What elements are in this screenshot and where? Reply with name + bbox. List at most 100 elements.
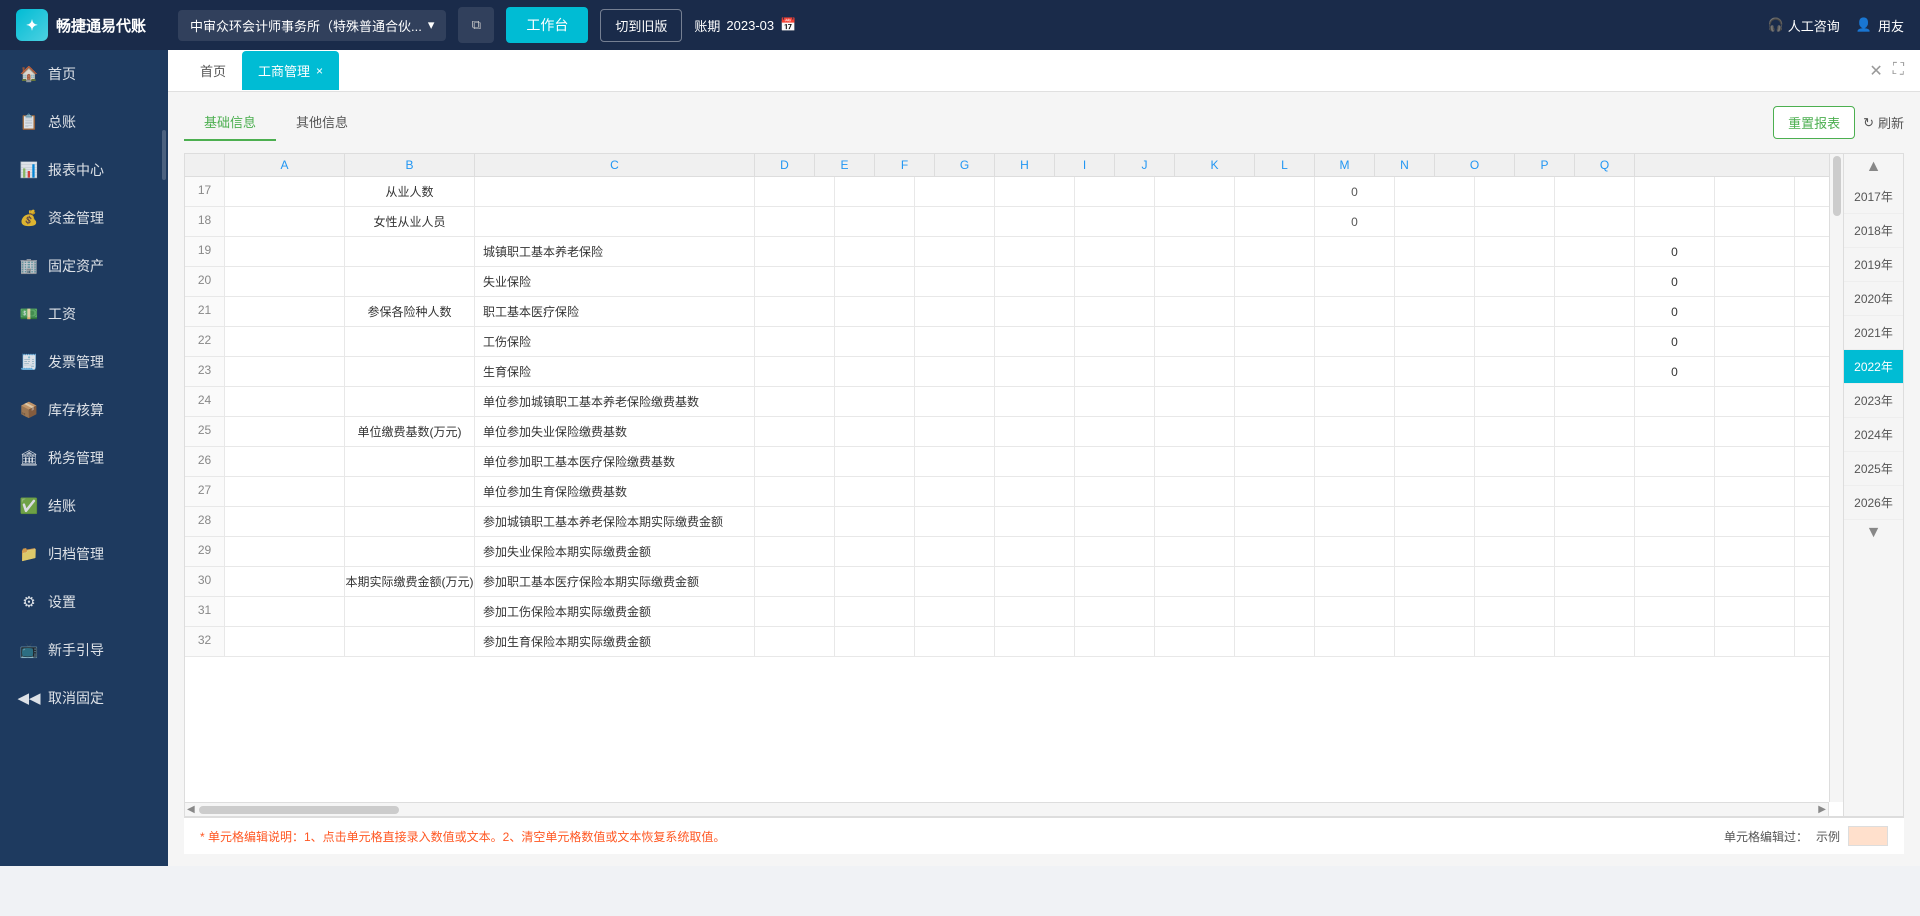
cell-28-f[interactable]	[915, 507, 995, 536]
cell-17-p[interactable]	[1715, 177, 1795, 206]
cell-32-f[interactable]	[915, 627, 995, 656]
cell-19-d[interactable]	[755, 237, 835, 266]
year-scroll-up[interactable]: ▲	[1844, 154, 1903, 180]
cell-22-c[interactable]: 工伤保险	[475, 327, 755, 356]
cell-27-i[interactable]	[1155, 477, 1235, 506]
cell-25-o[interactable]	[1635, 417, 1715, 446]
cell-17-o[interactable]	[1635, 177, 1715, 206]
col-header-m[interactable]: M	[1315, 154, 1375, 176]
cell-31-q[interactable]	[1795, 597, 1829, 626]
cell-28-p[interactable]	[1715, 507, 1795, 536]
cell-29-i[interactable]	[1155, 537, 1235, 566]
cell-26-d[interactable]	[755, 447, 835, 476]
sub-tab-basic[interactable]: 基础信息	[184, 104, 276, 141]
cell-18-q[interactable]	[1795, 207, 1829, 236]
cell-25-p[interactable]	[1715, 417, 1795, 446]
cell-17-q[interactable]	[1795, 177, 1829, 206]
cell-28-c[interactable]: 参加城镇职工基本养老保险本期实际缴费金额	[475, 507, 755, 536]
cell-26-k[interactable]	[1315, 447, 1395, 476]
cell-28-n[interactable]	[1555, 507, 1635, 536]
col-header-h[interactable]: H	[995, 154, 1055, 176]
cell-30-k[interactable]	[1315, 567, 1395, 596]
cell-31-h[interactable]	[1075, 597, 1155, 626]
cell-28-q[interactable]	[1795, 507, 1829, 536]
cell-27-f[interactable]	[915, 477, 995, 506]
cell-19-b[interactable]	[345, 237, 475, 266]
cell-25-d[interactable]	[755, 417, 835, 446]
cell-21-k[interactable]	[1315, 297, 1395, 326]
cell-24-l[interactable]	[1395, 387, 1475, 416]
cell-32-m[interactable]	[1475, 627, 1555, 656]
cell-32-d[interactable]	[755, 627, 835, 656]
cell-18-g[interactable]	[995, 207, 1075, 236]
cell-24-c[interactable]: 单位参加城镇职工基本养老保险缴费基数	[475, 387, 755, 416]
cell-30-n[interactable]	[1555, 567, 1635, 596]
cell-26-m[interactable]	[1475, 447, 1555, 476]
calendar-icon[interactable]: 📅	[780, 17, 796, 33]
col-header-f[interactable]: F	[875, 154, 935, 176]
sidebar-item-ledger[interactable]: 📋 总账	[0, 98, 168, 146]
cell-31-c[interactable]: 参加工伤保险本期实际缴费金额	[475, 597, 755, 626]
cell-19-k[interactable]	[1315, 237, 1395, 266]
cell-23-l[interactable]	[1395, 357, 1475, 386]
cell-19-o[interactable]: 0	[1635, 237, 1715, 266]
cell-19-h[interactable]	[1075, 237, 1155, 266]
cell-22-a[interactable]	[225, 327, 345, 356]
cell-20-q[interactable]	[1795, 267, 1829, 296]
cell-22-g[interactable]	[995, 327, 1075, 356]
cell-17-h[interactable]	[1075, 177, 1155, 206]
cell-26-g[interactable]	[995, 447, 1075, 476]
cell-21-d[interactable]	[755, 297, 835, 326]
cell-24-b[interactable]	[345, 387, 475, 416]
cell-26-h[interactable]	[1075, 447, 1155, 476]
cell-27-m[interactable]	[1475, 477, 1555, 506]
cell-28-e[interactable]	[835, 507, 915, 536]
cell-27-n[interactable]	[1555, 477, 1635, 506]
year-item-2022[interactable]: 2022年	[1844, 350, 1903, 384]
cell-32-j[interactable]	[1235, 627, 1315, 656]
cell-27-h[interactable]	[1075, 477, 1155, 506]
cell-28-k[interactable]	[1315, 507, 1395, 536]
cell-20-m[interactable]	[1475, 267, 1555, 296]
cell-29-f[interactable]	[915, 537, 995, 566]
cell-30-m[interactable]	[1475, 567, 1555, 596]
cell-27-k[interactable]	[1315, 477, 1395, 506]
col-header-g[interactable]: G	[935, 154, 995, 176]
copy-button[interactable]: ⧉	[458, 7, 494, 43]
cell-31-f[interactable]	[915, 597, 995, 626]
cell-28-h[interactable]	[1075, 507, 1155, 536]
switch-version-button[interactable]: 切到旧版	[600, 9, 682, 42]
cell-20-f[interactable]	[915, 267, 995, 296]
cell-24-g[interactable]	[995, 387, 1075, 416]
cell-20-g[interactable]	[995, 267, 1075, 296]
cell-22-q[interactable]	[1795, 327, 1829, 356]
cell-32-l[interactable]	[1395, 627, 1475, 656]
cell-28-j[interactable]	[1235, 507, 1315, 536]
cell-21-a[interactable]	[225, 297, 345, 326]
cell-21-b[interactable]: 参保各险种人数	[345, 297, 475, 326]
hscroll-thumb[interactable]	[199, 806, 399, 814]
col-header-p[interactable]: P	[1515, 154, 1575, 176]
cell-18-i[interactable]	[1155, 207, 1235, 236]
cell-29-h[interactable]	[1075, 537, 1155, 566]
cell-28-l[interactable]	[1395, 507, 1475, 536]
cell-29-j[interactable]	[1235, 537, 1315, 566]
cell-20-o[interactable]: 0	[1635, 267, 1715, 296]
cell-31-n[interactable]	[1555, 597, 1635, 626]
cell-22-j[interactable]	[1235, 327, 1315, 356]
cell-27-q[interactable]	[1795, 477, 1829, 506]
cell-26-e[interactable]	[835, 447, 915, 476]
cell-25-b[interactable]: 单位缴费基数(万元)	[345, 417, 475, 446]
cell-18-c[interactable]	[475, 207, 755, 236]
cell-18-d[interactable]	[755, 207, 835, 236]
cell-23-e[interactable]	[835, 357, 915, 386]
cell-29-c[interactable]: 参加失业保险本期实际缴费金额	[475, 537, 755, 566]
cell-18-p[interactable]	[1715, 207, 1795, 236]
cell-29-m[interactable]	[1475, 537, 1555, 566]
cell-17-n[interactable]	[1555, 177, 1635, 206]
cell-21-p[interactable]	[1715, 297, 1795, 326]
cell-19-i[interactable]	[1155, 237, 1235, 266]
cell-24-o[interactable]	[1635, 387, 1715, 416]
sidebar-item-report[interactable]: 📊 报表中心	[0, 146, 168, 194]
col-header-n[interactable]: N	[1375, 154, 1435, 176]
